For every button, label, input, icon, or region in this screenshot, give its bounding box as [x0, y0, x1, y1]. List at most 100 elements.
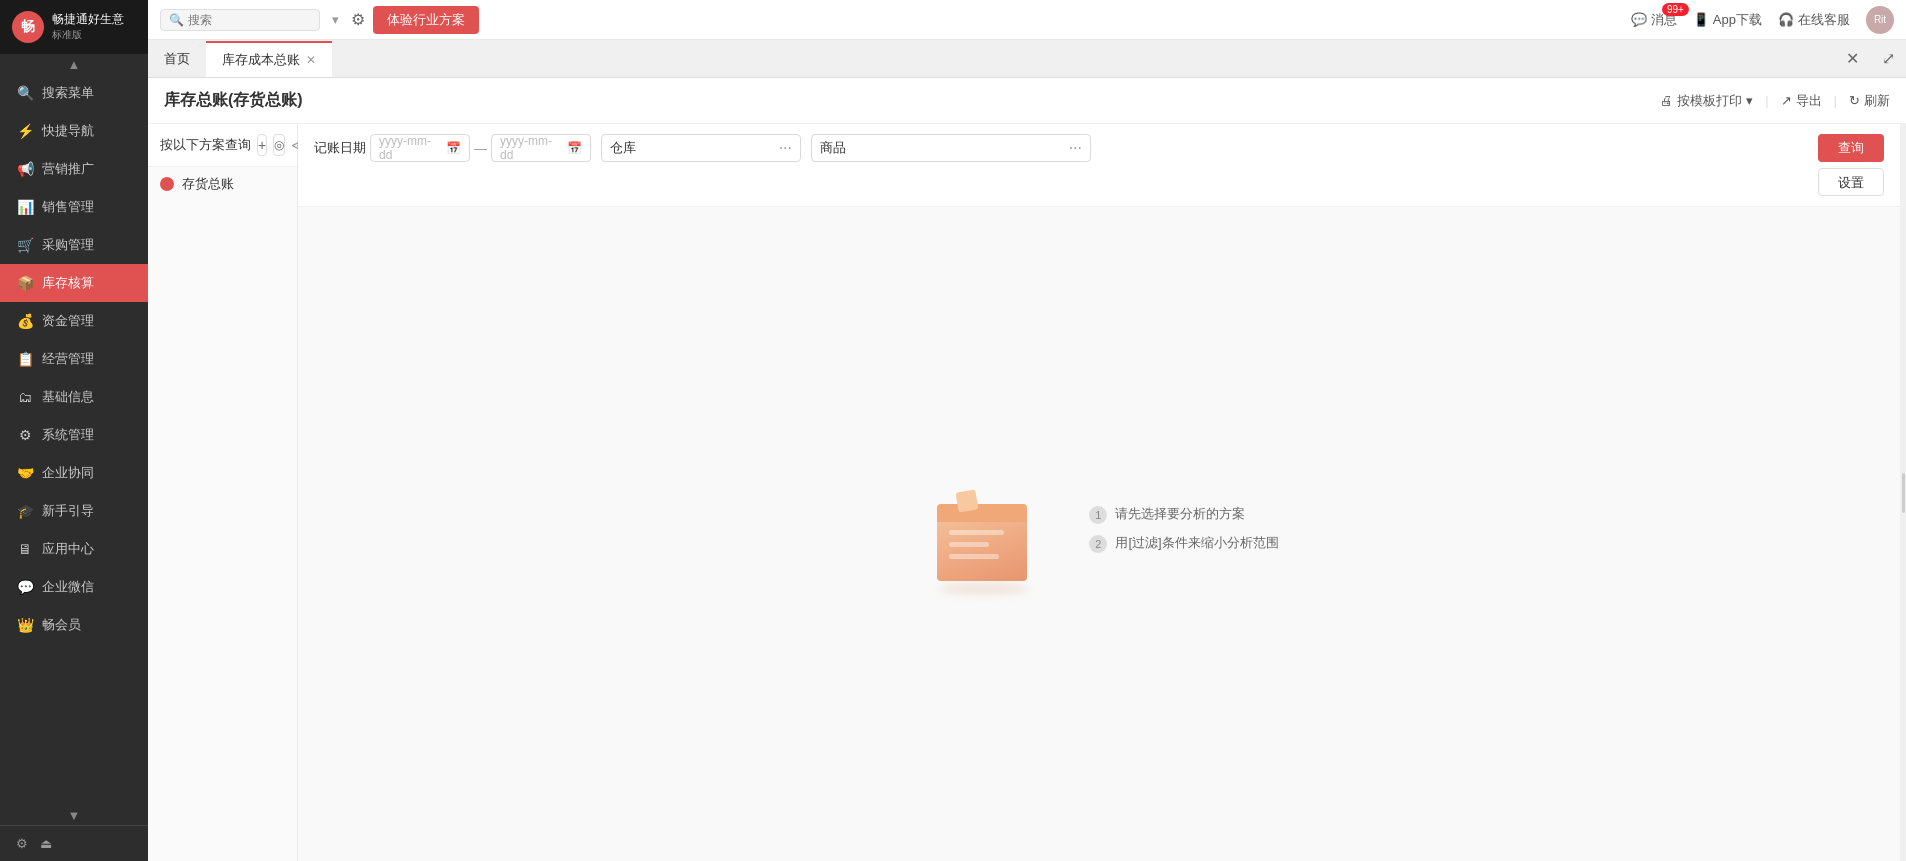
page-title: 库存总账(存货总账) — [164, 90, 303, 111]
panel-expand-btn[interactable]: ⤢ — [1870, 40, 1906, 78]
topbar-settings-icon[interactable]: ⚙ — [351, 10, 365, 29]
message-icon: 💬 — [1631, 12, 1647, 27]
empty-state: 1 请先选择要分析的方案 2 用[过滤]条件来缩小分析范围 — [298, 207, 1900, 861]
filter-label: 按以下方案查询 — [160, 136, 251, 154]
member-icon: 👑 — [16, 616, 34, 634]
refresh-icon: ↻ — [1849, 93, 1860, 108]
topbar-right: 💬 消息 99+ 📱 App下载 🎧 在线客服 Rit — [1631, 6, 1894, 34]
system-icon: ⚙ — [16, 426, 34, 444]
topbar-search-box[interactable]: 🔍 — [160, 9, 320, 31]
export-icon: ↗ — [1781, 93, 1792, 108]
filter-add-btn[interactable]: + — [257, 134, 267, 156]
scroll-down-btn[interactable]: ▼ — [0, 805, 148, 825]
sidebar-item-finance[interactable]: 💰 资金管理 — [0, 302, 148, 340]
export-btn[interactable]: ↗ 导出 — [1781, 92, 1822, 110]
scheme-item-inventory[interactable]: 存货总账 — [148, 167, 297, 201]
message-badge: 99+ — [1662, 3, 1689, 16]
main-area: 🔍 ▾ ⚙ 体验行业方案 💬 消息 99+ 📱 App下载 🎧 在线客服 Rit — [148, 0, 1906, 861]
tab-inventory-ledger[interactable]: 库存成本总账 ✕ — [206, 41, 332, 77]
box-lid — [937, 504, 1027, 522]
search-icon: 🔍 — [16, 84, 34, 102]
calendar-end-icon[interactable]: 📅 — [567, 141, 582, 155]
sidebar-item-search[interactable]: 🔍 搜索菜单 — [0, 74, 148, 112]
empty-text: 1 请先选择要分析的方案 2 用[过滤]条件来缩小分析范围 — [1089, 505, 1278, 563]
finance-icon: 💰 — [16, 312, 34, 330]
coop-icon: 🤝 — [16, 464, 34, 482]
panel-close-btn[interactable]: ✕ — [1834, 40, 1870, 78]
sidebar-item-system[interactable]: ⚙ 系统管理 — [0, 416, 148, 454]
page-content: 库存总账(存货总账) 🖨 按模板打印 ▾ | ↗ 导出 | ↻ 刷新 — [148, 78, 1906, 861]
shortcut-icon: ⚡ — [16, 122, 34, 140]
sidebar-scroll: 🔍 搜索菜单 ⚡ 快捷导航 📢 营销推广 📊 销售管理 🛒 采购管理 📦 库存核… — [0, 74, 148, 805]
sidebar-item-inventory[interactable]: 📦 库存核算 — [0, 264, 148, 302]
user-avatar: Rit — [1866, 6, 1894, 34]
search-input[interactable] — [188, 13, 308, 27]
app-version: 标准版 — [52, 28, 124, 42]
date-end-input[interactable]: yyyy-mm-dd 📅 — [491, 134, 591, 162]
dropdown-icon[interactable]: ▾ — [332, 12, 339, 27]
sidebar-item-wechat[interactable]: 💬 企业微信 — [0, 568, 148, 606]
logo-icon: 畅 — [12, 11, 44, 43]
sidebar: 畅 畅捷通好生意 标准版 ▲ 🔍 搜索菜单 ⚡ 快捷导航 📢 营销推广 📊 销售… — [0, 0, 148, 861]
date-start-input[interactable]: yyyy-mm-dd 📅 — [370, 134, 470, 162]
sidebar-item-basic[interactable]: 🗂 基础信息 — [0, 378, 148, 416]
sidebar-bottom: ⚙ ⏏ — [0, 825, 148, 861]
filter-controls: 记账日期 yyyy-mm-dd 📅 — yyyy-mm-dd 📅 — [314, 134, 1808, 162]
tab-close-btn[interactable]: ✕ — [306, 53, 316, 67]
sidebar-logo: 畅 畅捷通好生意 标准版 — [0, 0, 148, 54]
refresh-btn[interactable]: ↻ 刷新 — [1849, 92, 1890, 110]
print-dropdown-icon[interactable]: ▾ — [1746, 93, 1753, 108]
speaker-icon[interactable]: ⏏ — [40, 836, 52, 851]
box-body — [937, 516, 1027, 581]
schema-icon: ◎ — [274, 138, 284, 152]
print-btn[interactable]: 🖨 按模板打印 ▾ — [1660, 92, 1753, 110]
warehouse-more-icon[interactable]: ··· — [779, 139, 792, 157]
settings-btn[interactable]: 设置 — [1818, 168, 1884, 196]
right-content: 记账日期 yyyy-mm-dd 📅 — yyyy-mm-dd 📅 — [298, 124, 1900, 861]
filter-schema-btn[interactable]: ◎ — [273, 134, 285, 156]
message-btn[interactable]: 💬 消息 99+ — [1631, 11, 1677, 29]
sidebar-item-member[interactable]: 👑 畅会员 — [0, 606, 148, 644]
sidebar-item-marketing[interactable]: 📢 营销推广 — [0, 150, 148, 188]
headset-icon: 🎧 — [1778, 12, 1794, 27]
resize-handle — [1902, 473, 1905, 513]
basic-icon: 🗂 — [16, 388, 34, 406]
content-wrapper: 按以下方案查询 + ◎ ≪ 存货总账 — [148, 124, 1906, 861]
user-area[interactable]: Rit — [1866, 6, 1894, 34]
panel-toggle: ✕ ⤢ — [1834, 40, 1906, 78]
topbar: 🔍 ▾ ⚙ 体验行业方案 💬 消息 99+ 📱 App下载 🎧 在线客服 Rit — [148, 0, 1906, 40]
search-icon: 🔍 — [169, 13, 184, 27]
wechat-icon: 💬 — [16, 578, 34, 596]
scroll-up-btn[interactable]: ▲ — [0, 54, 148, 74]
tab-home[interactable]: 首页 — [148, 42, 206, 76]
page-actions: 🖨 按模板打印 ▾ | ↗ 导出 | ↻ 刷新 — [1660, 92, 1890, 110]
sidebar-item-operation[interactable]: 📋 经营管理 — [0, 340, 148, 378]
calendar-start-icon[interactable]: 📅 — [446, 141, 461, 155]
product-more-icon[interactable]: ··· — [1069, 139, 1082, 157]
empty-step-2: 2 用[过滤]条件来缩小分析范围 — [1089, 534, 1278, 553]
sidebar-item-guide[interactable]: 🎓 新手引导 — [0, 492, 148, 530]
settings-icon[interactable]: ⚙ — [16, 836, 28, 851]
scheme-panel: 按以下方案查询 + ◎ ≪ 存货总账 — [148, 124, 298, 861]
query-btn[interactable]: 查询 — [1818, 134, 1884, 162]
filter-header: 按以下方案查询 + ◎ ≪ — [148, 124, 297, 167]
app-download-btn[interactable]: 📱 App下载 — [1693, 11, 1762, 29]
filter-row: 记账日期 yyyy-mm-dd 📅 — yyyy-mm-dd 📅 — [298, 124, 1900, 207]
page-header: 库存总账(存货总账) 🖨 按模板打印 ▾ | ↗ 导出 | ↻ 刷新 — [148, 78, 1906, 124]
sidebar-item-purchase[interactable]: 🛒 采购管理 — [0, 226, 148, 264]
phone-icon: 📱 — [1693, 12, 1709, 27]
sales-icon: 📊 — [16, 198, 34, 216]
sidebar-item-shortcut[interactable]: ⚡ 快捷导航 — [0, 112, 148, 150]
sidebar-item-apps[interactable]: 🖥 应用中心 — [0, 530, 148, 568]
marketing-icon: 📢 — [16, 160, 34, 178]
online-service-btn[interactable]: 🎧 在线客服 — [1778, 11, 1850, 29]
apps-icon: 🖥 — [16, 540, 34, 558]
tabbar: 首页 库存成本总账 ✕ ✕ ⤢ — [148, 40, 1906, 78]
product-filter[interactable]: 商品 ··· — [811, 134, 1091, 162]
sidebar-item-coop[interactable]: 🤝 企业协同 — [0, 454, 148, 492]
right-edge-panel[interactable] — [1900, 124, 1906, 861]
warehouse-filter[interactable]: 仓库 ··· — [601, 134, 801, 162]
industry-btn[interactable]: 体验行业方案 — [373, 6, 479, 34]
guide-icon: 🎓 — [16, 502, 34, 520]
sidebar-item-sales[interactable]: 📊 销售管理 — [0, 188, 148, 226]
